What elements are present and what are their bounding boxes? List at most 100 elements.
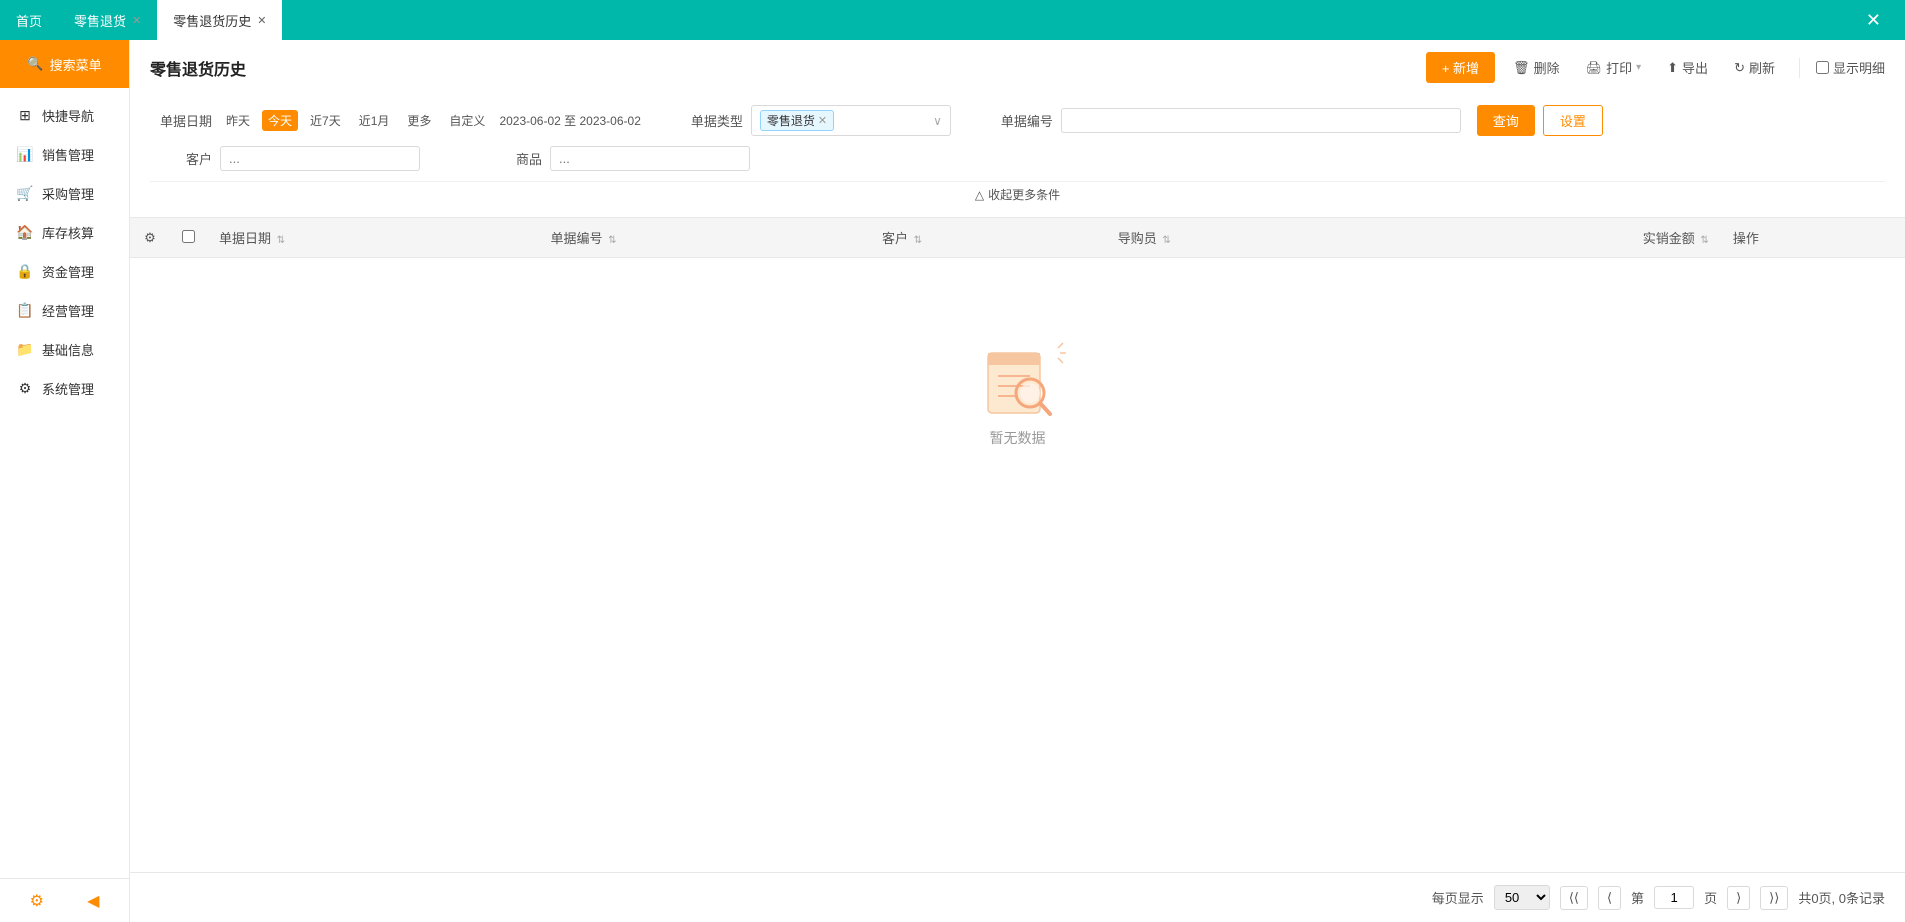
page-input[interactable] bbox=[1654, 886, 1694, 909]
select-all-checkbox[interactable] bbox=[182, 230, 195, 243]
sidebar-item-purchase-label: 采购管理 bbox=[42, 184, 94, 203]
date-option-custom[interactable]: 自定义 bbox=[443, 110, 491, 131]
tab-retail-return-history[interactable]: 零售退货历史 ✕ bbox=[157, 0, 282, 40]
delete-icon: 🗑 bbox=[1513, 60, 1530, 76]
setting-button[interactable]: 设置 bbox=[1543, 105, 1603, 136]
page-prefix: 第 bbox=[1631, 888, 1644, 907]
th-amount[interactable]: 实销金额 ⇅ bbox=[1389, 218, 1720, 258]
data-table: ⚙ 单据日期 ⇅ 单据编号 ⇅ bbox=[130, 218, 1905, 528]
export-button[interactable]: ⬆ 导出 bbox=[1659, 54, 1716, 81]
filter-customer-label: 客户 bbox=[150, 149, 220, 168]
tab-home-label: 首页 bbox=[16, 11, 42, 30]
toolbar-divider bbox=[1799, 58, 1800, 78]
th-date[interactable]: 单据日期 ⇅ bbox=[207, 218, 538, 258]
sidebar-item-basic-info-label: 基础信息 bbox=[42, 340, 94, 359]
page-size-select[interactable]: 50 20 100 bbox=[1494, 885, 1550, 910]
th-amount-label: 实销金额 bbox=[1643, 231, 1695, 246]
date-option-7days[interactable]: 近7天 bbox=[304, 110, 347, 131]
sidebar-item-operation-label: 经营管理 bbox=[42, 301, 94, 320]
page-first-btn[interactable]: ⟨⟨ bbox=[1560, 886, 1588, 910]
sidebar-item-quick-nav[interactable]: ⊞ 快捷导航 bbox=[0, 96, 129, 135]
filter-area: 单据日期 昨天 今天 近7天 近1月 更多 自定义 2023-06-02 至 2… bbox=[150, 95, 1885, 217]
goods-input[interactable] bbox=[550, 146, 750, 171]
refresh-button[interactable]: ↻ 刷新 bbox=[1726, 54, 1783, 81]
new-button[interactable]: + 新增 bbox=[1426, 52, 1495, 83]
sidebar-collapse-btn[interactable]: ◀ bbox=[87, 891, 99, 911]
tab-retail-return-close[interactable]: ✕ bbox=[132, 14, 141, 27]
date-option-1month[interactable]: 近1月 bbox=[353, 110, 396, 131]
tab-retail-return-label: 零售退货 bbox=[74, 11, 126, 30]
sidebar-item-system[interactable]: ⚙ 系统管理 bbox=[0, 369, 129, 408]
sidebar-search[interactable]: 🔍 搜索菜单 bbox=[0, 40, 129, 88]
th-customer[interactable]: 客户 ⇅ bbox=[870, 218, 1106, 258]
voucher-type-tag-close[interactable]: ✕ bbox=[818, 114, 827, 127]
system-icon: ⚙ bbox=[16, 380, 34, 398]
tab-home[interactable]: 首页 bbox=[0, 0, 58, 40]
sidebar-item-purchase-mgmt[interactable]: 🛒 采购管理 bbox=[0, 174, 129, 213]
export-icon: ⬆ bbox=[1667, 60, 1678, 76]
top-tab-bar: 首页 零售退货 ✕ 零售退货历史 ✕ ✕ bbox=[0, 0, 1905, 40]
th-no[interactable]: 单据编号 ⇅ bbox=[538, 218, 869, 258]
export-label: 导出 bbox=[1682, 58, 1708, 77]
filter-no-label: 单据编号 bbox=[991, 111, 1061, 130]
show-detail-checkbox[interactable] bbox=[1816, 61, 1829, 74]
page-next-btn[interactable]: ⟩ bbox=[1727, 886, 1750, 910]
print-button[interactable]: 🖨 打印 ▾ bbox=[1578, 54, 1650, 81]
voucher-no-input[interactable] bbox=[1061, 108, 1461, 133]
finance-icon: 🔒 bbox=[16, 263, 34, 281]
tab-retail-return[interactable]: 零售退货 ✕ bbox=[58, 0, 157, 40]
empty-illustration bbox=[968, 338, 1068, 428]
sidebar-item-finance[interactable]: 🔒 资金管理 bbox=[0, 252, 129, 291]
show-detail-check[interactable]: 显示明细 bbox=[1816, 58, 1885, 77]
sidebar-item-quick-nav-label: 快捷导航 bbox=[42, 106, 94, 125]
show-detail-label: 显示明细 bbox=[1833, 58, 1885, 77]
main-layout: 🔍 搜索菜单 ⊞ 快捷导航 📊 销售管理 🛒 采购管理 🏠 库存核算 🔒 bbox=[0, 40, 1905, 922]
collapse-bar[interactable]: △ 收起更多条件 bbox=[150, 181, 1885, 207]
page-last-btn[interactable]: ⟩⟩ bbox=[1760, 886, 1788, 910]
page-suffix: 页 bbox=[1704, 888, 1717, 907]
page-prev-btn[interactable]: ⟨ bbox=[1598, 886, 1621, 910]
top-bar-right: ✕ bbox=[1858, 6, 1905, 35]
date-range-display: 2023-06-02 至 2023-06-02 bbox=[499, 112, 640, 129]
sidebar-item-finance-label: 资金管理 bbox=[42, 262, 94, 281]
voucher-type-tag: 零售退货 ✕ bbox=[760, 110, 834, 131]
th-guide[interactable]: 导购员 ⇅ bbox=[1106, 218, 1390, 258]
tab-retail-return-history-close[interactable]: ✕ bbox=[257, 14, 266, 27]
sidebar-item-sales-mgmt[interactable]: 📊 销售管理 bbox=[0, 135, 129, 174]
sidebar-item-system-label: 系统管理 bbox=[42, 379, 94, 398]
date-option-yesterday[interactable]: 昨天 bbox=[220, 110, 256, 131]
delete-label: 删除 bbox=[1534, 58, 1560, 77]
sidebar-item-operation[interactable]: 📋 经营管理 bbox=[0, 291, 129, 330]
sales-icon: 📊 bbox=[16, 146, 34, 164]
voucher-type-value: 零售退货 bbox=[767, 112, 815, 129]
delete-button[interactable]: 🗑 删除 bbox=[1505, 54, 1568, 81]
th-action: 操作 bbox=[1721, 218, 1905, 258]
th-checkbox[interactable] bbox=[170, 218, 207, 258]
print-label: 打印 bbox=[1606, 58, 1632, 77]
date-option-more[interactable]: 更多 bbox=[401, 110, 437, 131]
sidebar-item-basic-info[interactable]: 📁 基础信息 bbox=[0, 330, 129, 369]
table-wrap: ⚙ 单据日期 ⇅ 单据编号 ⇅ bbox=[130, 218, 1905, 872]
sidebar-settings-btn[interactable]: ⚙ bbox=[30, 891, 44, 911]
sidebar-item-inventory[interactable]: 🏠 库存核算 bbox=[0, 213, 129, 252]
date-option-today[interactable]: 今天 bbox=[262, 110, 298, 131]
filter-row-customer: 客户 商品 bbox=[150, 146, 1885, 171]
voucher-type-select[interactable]: 零售退货 ✕ ∨ bbox=[751, 105, 951, 136]
sidebar-bottom: ⚙ ◀ bbox=[0, 878, 129, 922]
customer-input[interactable] bbox=[220, 146, 420, 171]
sidebar: 🔍 搜索菜单 ⊞ 快捷导航 📊 销售管理 🛒 采购管理 🏠 库存核算 🔒 bbox=[0, 40, 130, 922]
type-select-chevron: ∨ bbox=[933, 114, 942, 128]
collapse-label: 收起更多条件 bbox=[988, 186, 1060, 203]
pagination-total-info: 共0页, 0条记录 bbox=[1798, 888, 1885, 907]
th-gear[interactable]: ⚙ bbox=[130, 218, 170, 258]
sort-customer-icon: ⇅ bbox=[914, 235, 922, 246]
window-close-btn[interactable]: ✕ bbox=[1858, 6, 1889, 35]
tab-retail-return-history-label: 零售退货历史 bbox=[173, 11, 251, 30]
sort-no-icon: ⇅ bbox=[608, 235, 616, 246]
print-icon: 🖨 bbox=[1586, 60, 1603, 76]
query-button[interactable]: 查询 bbox=[1477, 105, 1535, 136]
empty-text: 暂无数据 bbox=[990, 428, 1046, 448]
refresh-label: 刷新 bbox=[1749, 58, 1775, 77]
gear-icon[interactable]: ⚙ bbox=[144, 230, 156, 245]
page-size-label: 每页显示 bbox=[1432, 888, 1484, 907]
